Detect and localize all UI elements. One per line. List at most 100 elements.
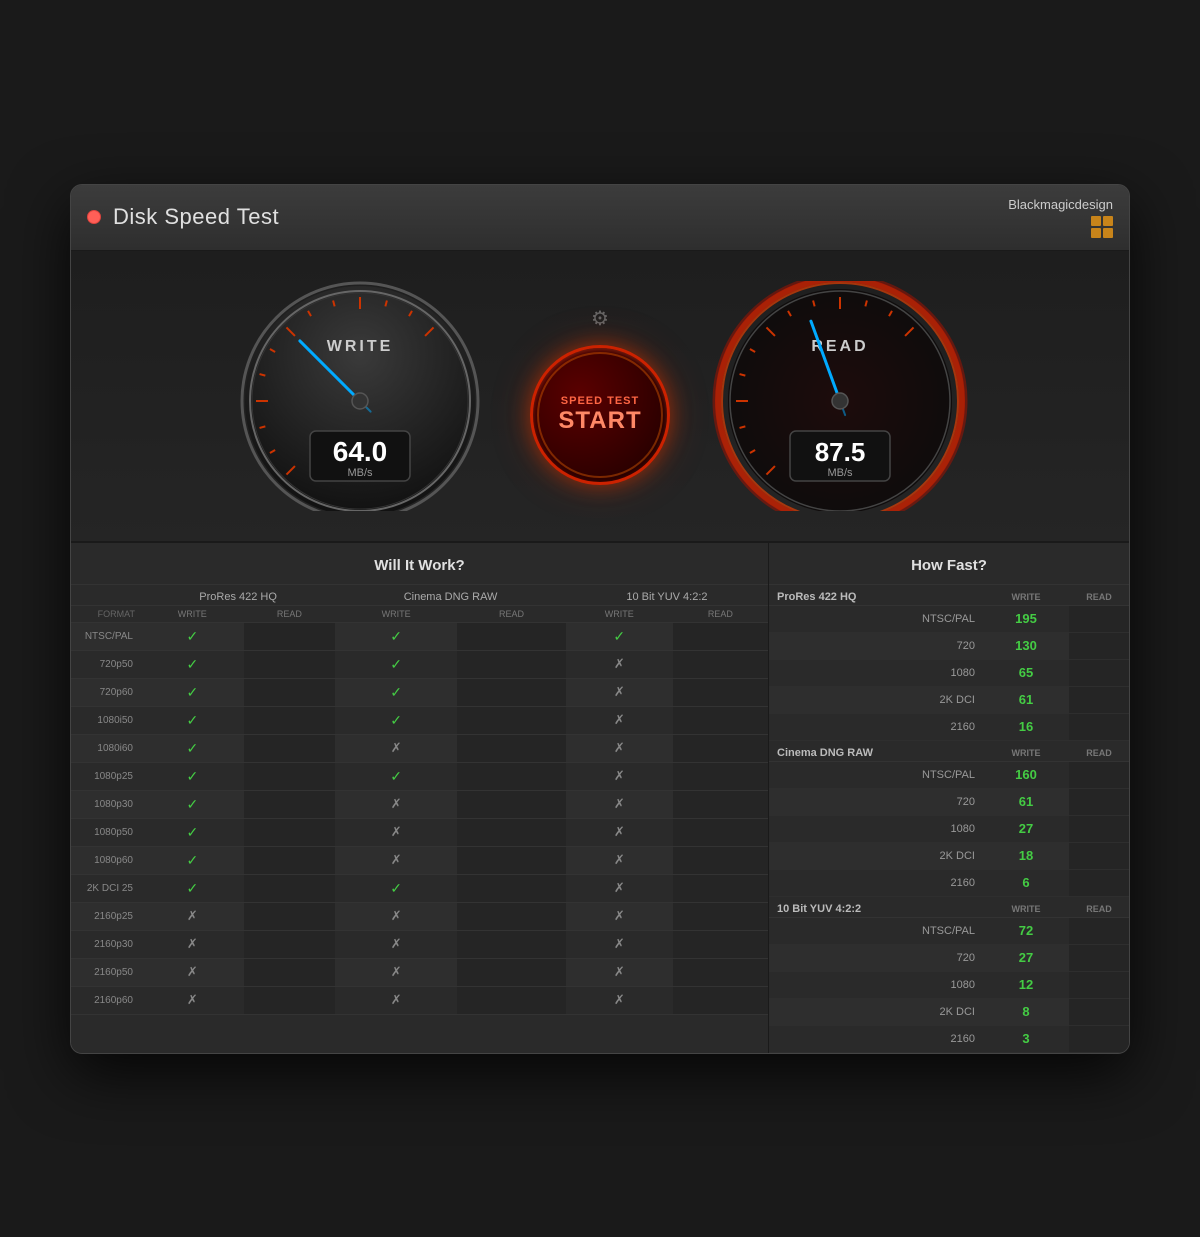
- hf-read-value: [1069, 842, 1129, 869]
- checkmark-icon: ✓: [186, 768, 198, 784]
- hf-group-header: 10 Bit YUV 4:2:2 WRITE READ: [769, 896, 1129, 917]
- cell: ✗: [566, 734, 673, 762]
- format-label: 2K DCI 25: [71, 874, 141, 902]
- hf-data-row: 2K DCI61: [769, 686, 1129, 713]
- cell: ✓: [141, 762, 244, 790]
- hf-row-label: NTSC/PAL: [769, 917, 983, 944]
- hf-row-label: 2160: [769, 713, 983, 740]
- gauge-section: 64.0 MB/s WRITE ⚙ SPEED TEST START: [71, 251, 1129, 543]
- hf-row-label: 1080: [769, 971, 983, 998]
- hf-data-row: NTSC/PAL72: [769, 917, 1129, 944]
- cell: [457, 706, 566, 734]
- cell: [457, 622, 566, 650]
- hf-write-value: 160: [983, 761, 1069, 788]
- cell: ✓: [141, 790, 244, 818]
- table-row: 1080p25✓✓✗: [71, 762, 768, 790]
- hf-write-value: 16: [983, 713, 1069, 740]
- format-label: 720p60: [71, 678, 141, 706]
- hf-data-row: 72061: [769, 788, 1129, 815]
- cell: ✓: [141, 818, 244, 846]
- svg-text:WRITE: WRITE: [327, 338, 394, 355]
- cell: [457, 678, 566, 706]
- cell: [457, 762, 566, 790]
- cell: ✓: [335, 706, 457, 734]
- cell: [673, 930, 768, 958]
- cell: [673, 734, 768, 762]
- cell: ✗: [566, 790, 673, 818]
- cell: ✓: [141, 650, 244, 678]
- svg-text:MB/s: MB/s: [827, 467, 853, 479]
- cell: ✓: [335, 678, 457, 706]
- hf-data-row: 108027: [769, 815, 1129, 842]
- start-button-container: ⚙ SPEED TEST START: [530, 306, 670, 485]
- cell: [244, 902, 336, 930]
- cell: [244, 958, 336, 986]
- cell: [244, 846, 336, 874]
- table-row: 1080p60✓✗✗: [71, 846, 768, 874]
- cell: ✗: [335, 986, 457, 1014]
- checkmark-icon: ✓: [390, 656, 402, 672]
- hf-read-value: [1069, 917, 1129, 944]
- format-label: 1080p50: [71, 818, 141, 846]
- table-row: 2K DCI 25✓✓✗: [71, 874, 768, 902]
- cell: ✓: [141, 734, 244, 762]
- hf-row-label: 1080: [769, 659, 983, 686]
- hf-write-value: 27: [983, 944, 1069, 971]
- cell: ✗: [141, 902, 244, 930]
- hf-write-value: 65: [983, 659, 1069, 686]
- hf-data-row: 72027: [769, 944, 1129, 971]
- svg-text:87.5: 87.5: [815, 437, 866, 467]
- cross-icon: ✗: [614, 824, 625, 839]
- close-button[interactable]: [87, 210, 101, 224]
- write-gauge: 64.0 MB/s WRITE: [230, 281, 490, 511]
- cross-icon: ✗: [614, 712, 625, 727]
- checkmark-icon: ✓: [186, 740, 198, 756]
- checkmark-icon: ✓: [390, 768, 402, 784]
- cell: ✓: [141, 678, 244, 706]
- checkmark-icon: ✓: [186, 684, 198, 700]
- cross-icon: ✗: [614, 992, 625, 1007]
- cell: [244, 706, 336, 734]
- hf-row-label: 1080: [769, 815, 983, 842]
- cell: [673, 846, 768, 874]
- tables-section: Will It Work? ProRes 422 HQ Cinema DNG R…: [71, 543, 1129, 1053]
- table-row: 2160p50✗✗✗: [71, 958, 768, 986]
- cross-icon: ✗: [614, 880, 625, 895]
- hf-row-label: NTSC/PAL: [769, 605, 983, 632]
- cross-icon: ✗: [187, 992, 198, 1007]
- hf-row-label: 720: [769, 632, 983, 659]
- brand-sq2: [1103, 216, 1113, 226]
- table-row: 720p50✓✓✗: [71, 650, 768, 678]
- cell: [673, 874, 768, 902]
- cell: [457, 818, 566, 846]
- checkmark-icon: ✓: [390, 712, 402, 728]
- hf-row-label: 2160: [769, 1025, 983, 1052]
- app-title: Disk Speed Test: [113, 204, 279, 230]
- start-label-line1: SPEED TEST: [561, 395, 639, 407]
- cross-icon: ✗: [614, 740, 625, 755]
- cross-icon: ✗: [614, 656, 625, 671]
- settings-icon[interactable]: ⚙: [591, 306, 609, 331]
- cell: ✗: [335, 930, 457, 958]
- hf-read-value: [1069, 944, 1129, 971]
- cell: ✗: [566, 930, 673, 958]
- will-it-work-section: Will It Work? ProRes 422 HQ Cinema DNG R…: [71, 543, 769, 1053]
- checkmark-icon: ✓: [390, 684, 402, 700]
- cross-icon: ✗: [391, 796, 402, 811]
- format-label: 1080p25: [71, 762, 141, 790]
- how-fast-table: ProRes 422 HQ WRITE READ NTSC/PAL1957201…: [769, 585, 1129, 1053]
- cross-icon: ✗: [614, 908, 625, 923]
- cell: [673, 650, 768, 678]
- hf-data-row: 216016: [769, 713, 1129, 740]
- hf-row-label: 2K DCI: [769, 686, 983, 713]
- sub-write-1: WRITE: [141, 605, 244, 622]
- hf-row-label: 2K DCI: [769, 998, 983, 1025]
- hf-read-value: [1069, 761, 1129, 788]
- cross-icon: ✗: [391, 852, 402, 867]
- cell: [673, 986, 768, 1014]
- hf-row-label: NTSC/PAL: [769, 761, 983, 788]
- start-button[interactable]: SPEED TEST START: [530, 345, 670, 485]
- cell: ✗: [141, 986, 244, 1014]
- cell: ✗: [566, 902, 673, 930]
- hf-row-label: 2160: [769, 869, 983, 896]
